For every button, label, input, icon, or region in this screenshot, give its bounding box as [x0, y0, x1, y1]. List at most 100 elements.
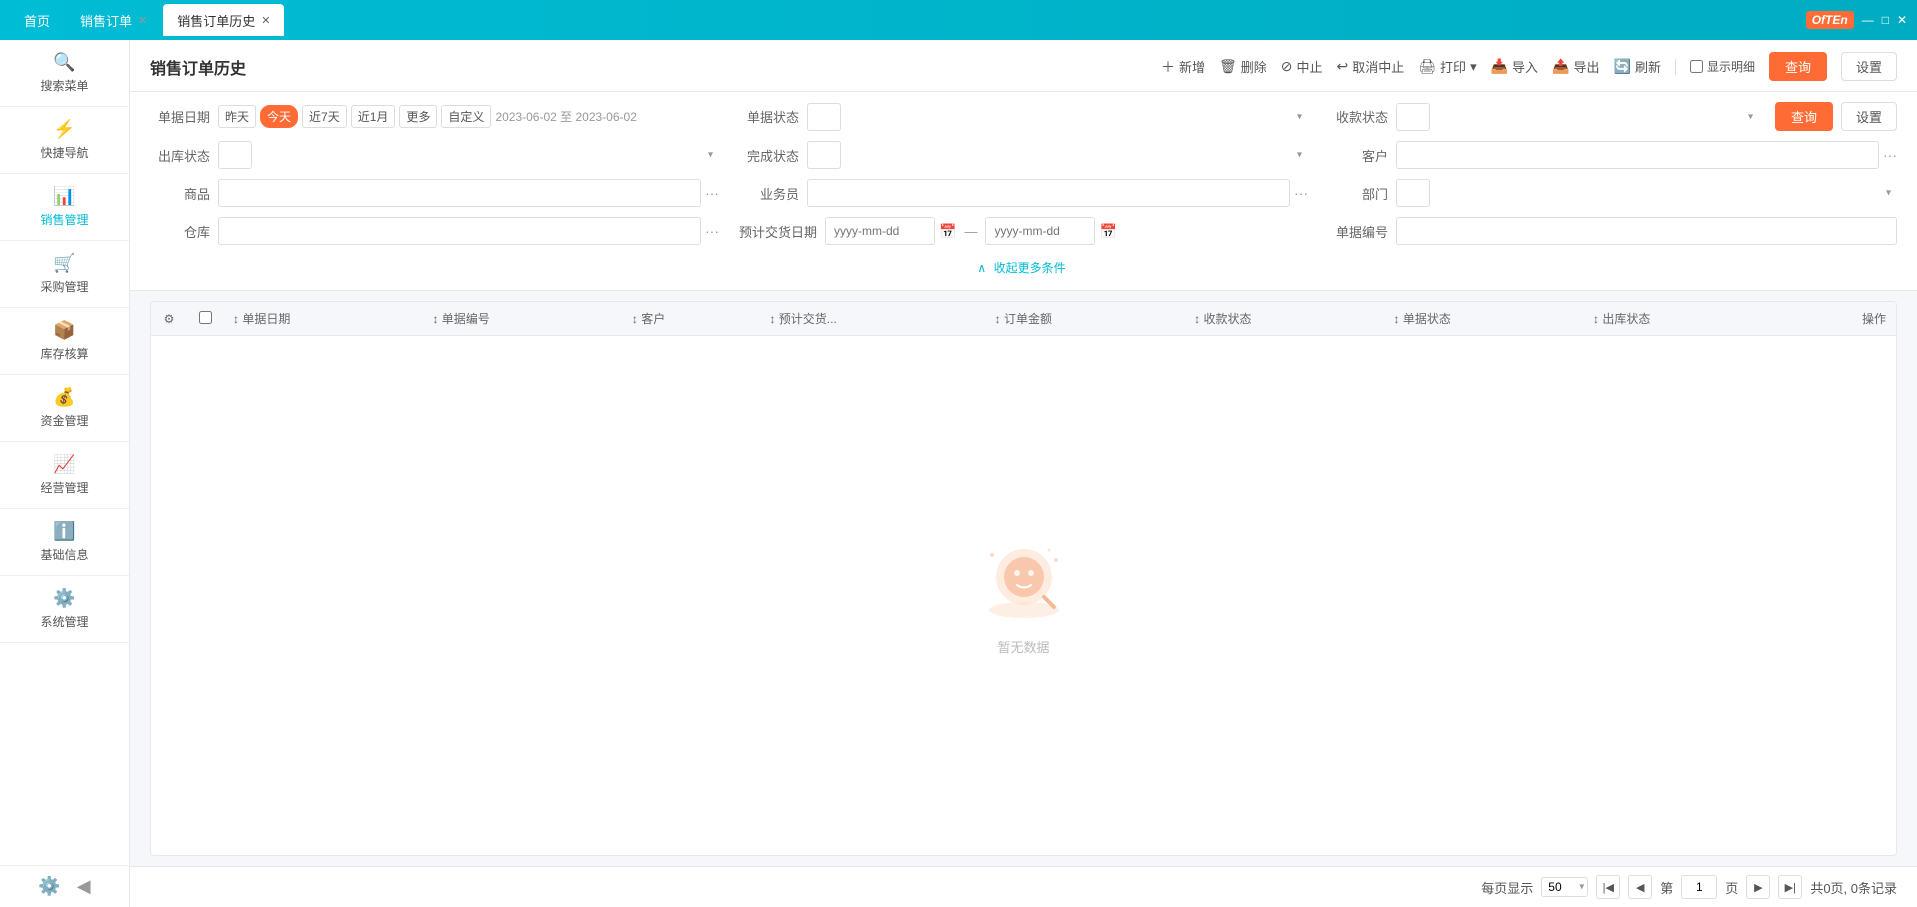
show-detail-checkbox[interactable]	[1690, 60, 1703, 73]
th-bill-status-col[interactable]: ↕ 单据状态	[1384, 302, 1583, 336]
new-button[interactable]: ＋ 新增	[1161, 57, 1205, 77]
query-button-right[interactable]: 查询	[1775, 102, 1833, 131]
th-customer[interactable]: ↕ 客户	[622, 302, 760, 336]
delivery-date-label: 预计交货日期	[739, 222, 817, 241]
th-settings[interactable]: ⚙	[151, 302, 187, 336]
window-close[interactable]: ✕	[1897, 13, 1907, 27]
tab-sales-order-history[interactable]: 销售订单历史 ✕	[163, 4, 284, 36]
th-order-amount[interactable]: ↕ 订单金额	[985, 302, 1184, 336]
sidebar-item-inventory-label: 库存核算	[40, 345, 88, 362]
last-page-btn[interactable]: ▶|	[1778, 875, 1802, 899]
filter-receipt-status: 收款状态 查询 设置	[1328, 102, 1897, 131]
filter-bill-status: 单据状态	[739, 103, 1308, 131]
customer-ellipsis[interactable]: ···	[1883, 147, 1897, 163]
filter-goods: 商品 ···	[150, 179, 719, 207]
top-bar: 首页 销售订单 ✕ 销售订单历史 ✕ OfTEn — □ ✕	[0, 0, 1917, 40]
bill-no-input[interactable]	[1396, 217, 1897, 245]
dept-select[interactable]	[1396, 179, 1430, 207]
per-page-wrapper: 50 10 20 100	[1541, 877, 1588, 897]
settings-button-right[interactable]: 设置	[1841, 102, 1897, 131]
date-quick-buttons: 昨天 今天 近7天 近1月 更多 自定义	[218, 105, 491, 128]
window-maximize[interactable]: □	[1882, 13, 1889, 27]
first-page-btn[interactable]: |◀	[1596, 875, 1620, 899]
print-label: 打印	[1440, 57, 1466, 76]
warehouse-ellipsis[interactable]: ···	[705, 223, 719, 239]
page-number-input[interactable]	[1681, 875, 1717, 899]
date-7days-btn[interactable]: 近7天	[302, 105, 347, 128]
cancel-stop-button[interactable]: ↩ 取消中止	[1337, 57, 1405, 76]
select-all-checkbox[interactable]	[199, 311, 212, 324]
bill-status-label: 单据状态	[739, 107, 799, 126]
out-status-select[interactable]	[218, 141, 252, 169]
print-arrow: ▾	[1470, 59, 1477, 75]
bill-status-select[interactable]	[807, 103, 841, 131]
customer-input[interactable]	[1396, 141, 1879, 169]
refresh-button[interactable]: 🔄 刷新	[1614, 57, 1661, 76]
dept-label: 部门	[1328, 184, 1388, 203]
sidebar-item-search[interactable]: 🔍 搜索菜单	[0, 40, 129, 107]
delete-label: 删除	[1241, 57, 1267, 76]
sidebar-item-basic-info[interactable]: ℹ️ 基础信息	[0, 509, 129, 576]
goods-input[interactable]	[218, 179, 701, 207]
th-bill-no[interactable]: ↕ 单据编号	[422, 302, 621, 336]
date-1month-btn[interactable]: 近1月	[351, 105, 396, 128]
sidebar-item-system[interactable]: ⚙️ 系统管理	[0, 576, 129, 643]
sidebar-item-sales[interactable]: 📊 销售管理	[0, 174, 129, 241]
stop-button[interactable]: ⊘ 中止	[1281, 57, 1323, 76]
date-custom-btn[interactable]: 自定义	[441, 105, 491, 128]
collapse-sidebar-icon[interactable]: ◀	[77, 876, 91, 897]
sidebar-item-quick-nav[interactable]: ⚡ 快捷导航	[0, 107, 129, 174]
show-detail-toggle[interactable]: 显示明细	[1690, 58, 1755, 75]
date-more-btn[interactable]: 更多	[399, 105, 437, 128]
per-page-select[interactable]: 50 10 20 100	[1541, 877, 1588, 897]
filter-complete-status: 完成状态	[739, 141, 1308, 169]
settings-bottom-icon[interactable]: ⚙️	[38, 876, 60, 897]
tab-sales-order-history-close[interactable]: ✕	[261, 14, 270, 27]
complete-status-control	[807, 141, 1308, 169]
tab-home[interactable]: 首页	[10, 4, 64, 36]
delete-button[interactable]: 🗑 删除	[1219, 57, 1267, 76]
th-delivery-date-sort: ↕	[769, 312, 778, 326]
th-receipt-status[interactable]: ↕ 收款状态	[1184, 302, 1383, 336]
warehouse-input[interactable]	[218, 217, 701, 245]
th-delivery-date[interactable]: ↕ 预计交货...	[759, 302, 984, 336]
next-page-btn[interactable]: ▶	[1746, 875, 1770, 899]
sidebar-item-purchase[interactable]: 🛒 采购管理	[0, 241, 129, 308]
date-yesterday-btn[interactable]: 昨天	[218, 105, 256, 128]
tab-sales-order-label: 销售订单	[80, 11, 132, 30]
dept-control	[1396, 179, 1897, 207]
bill-no-control	[1396, 217, 1897, 245]
collapse-bar[interactable]: ∧ 收起更多条件	[150, 255, 1897, 280]
tab-sales-order[interactable]: 销售订单 ✕	[66, 4, 161, 36]
inventory-icon: 📦	[53, 320, 75, 341]
th-bill-date[interactable]: ↕ 单据日期	[223, 302, 422, 336]
window-minimize[interactable]: —	[1862, 13, 1874, 27]
th-out-status-col[interactable]: ↕ 出库状态	[1583, 302, 1782, 336]
prev-page-btn[interactable]: ◀	[1628, 875, 1652, 899]
sidebar-item-operations[interactable]: 📈 经营管理	[0, 442, 129, 509]
export-button[interactable]: 📤 导出	[1552, 57, 1599, 76]
th-operations-text: 操作	[1862, 312, 1886, 326]
goods-ellipsis[interactable]: ···	[705, 185, 719, 201]
query-button[interactable]: 查询	[1769, 52, 1827, 81]
delivery-date-end[interactable]	[985, 217, 1095, 245]
print-button[interactable]: 🖨 打印 ▾	[1418, 57, 1476, 76]
settings-button[interactable]: 设置	[1841, 52, 1897, 81]
complete-status-select[interactable]	[807, 141, 841, 169]
receipt-status-select[interactable]	[1396, 103, 1430, 131]
calendar-start-icon[interactable]: 📅	[939, 223, 956, 240]
import-button[interactable]: 📥 导入	[1491, 57, 1538, 76]
delivery-date-start[interactable]	[825, 217, 935, 245]
stop-label: 中止	[1297, 57, 1323, 76]
salesperson-ellipsis[interactable]: ···	[1294, 185, 1308, 201]
calendar-end-icon[interactable]: 📅	[1099, 223, 1116, 240]
date-today-btn[interactable]: 今天	[260, 105, 298, 128]
page-title: 销售订单历史	[150, 55, 246, 79]
filter-warehouse: 仓库 ···	[150, 217, 719, 245]
tab-sales-order-close[interactable]: ✕	[138, 14, 147, 27]
sidebar-item-finance[interactable]: 💰 资金管理	[0, 375, 129, 442]
sales-icon: 📊	[53, 186, 75, 207]
th-checkbox[interactable]	[187, 302, 223, 336]
sidebar-item-inventory[interactable]: 📦 库存核算	[0, 308, 129, 375]
salesperson-input[interactable]	[807, 179, 1290, 207]
